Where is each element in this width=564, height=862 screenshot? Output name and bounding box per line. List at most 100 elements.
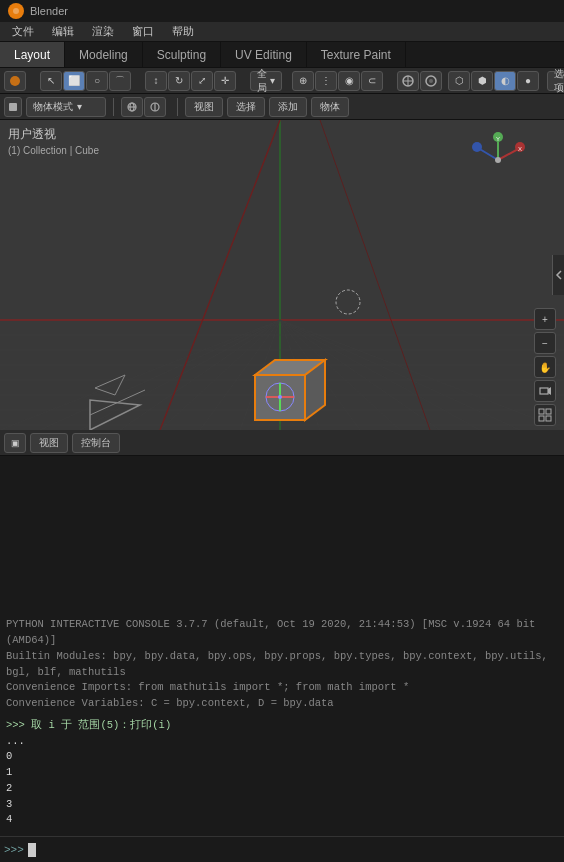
- camera-btn[interactable]: [534, 380, 556, 402]
- svg-rect-61: [539, 409, 544, 414]
- cursor-tool-btn[interactable]: ↖: [40, 71, 62, 91]
- blender-logo: [8, 3, 24, 19]
- console-output-lines: ... 0 1 2 3 4: [6, 734, 558, 829]
- svg-rect-62: [546, 409, 551, 414]
- output-4: 3: [6, 797, 558, 813]
- menu-edit[interactable]: 编辑: [44, 22, 82, 41]
- app-title: Blender: [30, 5, 68, 17]
- output-2: 1: [6, 765, 558, 781]
- move-btn[interactable]: ↕: [145, 71, 167, 91]
- tab-layout[interactable]: Layout: [0, 42, 65, 67]
- global-label: 全局: [257, 67, 267, 95]
- select-circle-btn[interactable]: ○: [86, 71, 108, 91]
- tab-sculpting[interactable]: Sculpting: [143, 42, 221, 67]
- console-line-0: Builtin Modules: bpy, bpy.data, bpy.ops,…: [6, 649, 558, 665]
- menu-help[interactable]: 帮助: [164, 22, 202, 41]
- viewport-label: 用户透视 (1) Collection | Cube: [8, 126, 99, 156]
- global-dropdown[interactable]: 全局 ▾: [250, 71, 282, 91]
- svg-text:Y: Y: [496, 136, 500, 142]
- menu-file[interactable]: 文件: [4, 22, 42, 41]
- svg-point-57: [472, 142, 482, 152]
- console-cursor: [28, 843, 36, 857]
- solid-btn[interactable]: ⬢: [471, 71, 493, 91]
- mode-icon-btn[interactable]: [4, 97, 22, 117]
- tab-texture-paint[interactable]: Texture Paint: [307, 42, 406, 67]
- options-dropdown[interactable]: 选项 ▾: [547, 71, 564, 91]
- output-0: ...: [6, 734, 558, 750]
- app: Blender 文件 编辑 渲染 窗口 帮助 Layout Modeling S…: [0, 0, 564, 862]
- select-lasso-btn[interactable]: ⌒: [109, 71, 131, 91]
- view-menu-btn[interactable]: 视图: [185, 97, 223, 117]
- transform-btn[interactable]: ✛: [214, 71, 236, 91]
- mode-arrow-icon: ▾: [77, 101, 82, 112]
- global-arrow-icon: ▾: [270, 75, 275, 86]
- options-label: 选项: [554, 67, 564, 95]
- svg-text:X: X: [518, 146, 522, 152]
- viewport-bottom-toolbar: ▣ 视图 控制台: [0, 430, 564, 456]
- zoom-out-btn[interactable]: −: [534, 332, 556, 354]
- select-menu-btn[interactable]: 选择: [227, 97, 265, 117]
- overlay-group: [397, 71, 442, 91]
- tab-modeling[interactable]: Modeling: [65, 42, 143, 67]
- material-btn[interactable]: ◐: [494, 71, 516, 91]
- svg-point-1: [13, 8, 19, 14]
- pan-btn[interactable]: ✋: [534, 356, 556, 378]
- snap-options-btn[interactable]: ⋮: [315, 71, 337, 91]
- object-menu-btn[interactable]: 物体: [311, 97, 349, 117]
- snap-magnet-btn[interactable]: ⊕: [292, 71, 314, 91]
- title-bar: Blender: [0, 0, 564, 22]
- scale-btn[interactable]: ⤢: [191, 71, 213, 91]
- zoom-in-btn[interactable]: +: [534, 308, 556, 330]
- svg-point-2: [10, 76, 20, 86]
- svg-rect-59: [540, 388, 548, 394]
- xray-btn[interactable]: [420, 71, 442, 91]
- menu-window[interactable]: 窗口: [124, 22, 162, 41]
- console-bottom-btn[interactable]: 控制台: [72, 433, 120, 453]
- tool-group: ↖ ⬜ ○ ⌒: [40, 71, 131, 91]
- console-header: PYTHON INTERACTIVE CONSOLE 3.7.7 (defaul…: [6, 617, 558, 649]
- local-icon-btn[interactable]: [144, 97, 166, 117]
- rotate-btn[interactable]: ↻: [168, 71, 190, 91]
- workspace-tabs: Layout Modeling Sculpting UV Editing Tex…: [0, 42, 564, 68]
- output-5: 4: [6, 812, 558, 828]
- sep6: [113, 98, 114, 116]
- collection-info: (1) Collection | Cube: [8, 145, 99, 156]
- view-type-label: 用户透视: [8, 126, 99, 143]
- console-prompt: >>>: [4, 844, 24, 856]
- svg-rect-63: [539, 416, 544, 421]
- wireframe-btn[interactable]: ⬡: [448, 71, 470, 91]
- viewport-nav-group: [121, 97, 166, 117]
- collapse-viewport-btn[interactable]: [552, 255, 564, 295]
- console-output: PYTHON INTERACTIVE CONSOLE 3.7.7 (defaul…: [0, 613, 564, 832]
- viewport-overlay-btn[interactable]: [397, 71, 419, 91]
- snap-group: ⊕ ⋮ ◉ ⊂: [292, 71, 383, 91]
- add-menu-btn[interactable]: 添加: [269, 97, 307, 117]
- toolbar-row2: 物体模式 ▾ 视图 选择 添加 物体: [0, 94, 564, 120]
- mode-dropdown[interactable]: 物体模式 ▾: [26, 97, 106, 117]
- proportional-mode-btn[interactable]: ⊂: [361, 71, 383, 91]
- global-icon-btn[interactable]: [121, 97, 143, 117]
- svg-rect-64: [546, 416, 551, 421]
- view-bottom-btn[interactable]: 视图: [30, 433, 68, 453]
- axis-gizmo[interactable]: Y X: [468, 130, 528, 190]
- blender-icon-btn[interactable]: [4, 71, 26, 91]
- transform-group: ↕ ↻ ⤢ ✛: [145, 71, 236, 91]
- svg-point-58: [495, 157, 501, 163]
- select-box-btn[interactable]: ⬜: [63, 71, 85, 91]
- viewport: 用户透视 (1) Collection | Cube Y X: [0, 120, 564, 430]
- menu-bar: 文件 编辑 渲染 窗口 帮助: [0, 22, 564, 42]
- toolbar-row1: ↖ ⬜ ○ ⌒ ↕ ↻ ⤢ ✛ 全局 ▾ ⊕ ⋮ ◉ ⊂: [0, 68, 564, 94]
- console-line-2: Convenience Imports: from mathutils impo…: [6, 680, 558, 696]
- svg-rect-6: [9, 103, 17, 111]
- proportional-btn[interactable]: ◉: [338, 71, 360, 91]
- menu-render[interactable]: 渲染: [84, 22, 122, 41]
- console-line-1: bgl, blf, mathutils: [6, 665, 558, 681]
- viewport-bottom-icon[interactable]: ▣: [4, 433, 26, 453]
- rendered-btn[interactable]: ●: [517, 71, 539, 91]
- tab-uv-editing[interactable]: UV Editing: [221, 42, 307, 67]
- output-3: 2: [6, 781, 558, 797]
- svg-point-5: [429, 79, 433, 83]
- grid-btn[interactable]: [534, 404, 556, 426]
- mode-label: 物体模式: [33, 100, 73, 114]
- icon-group-left: [4, 71, 26, 91]
